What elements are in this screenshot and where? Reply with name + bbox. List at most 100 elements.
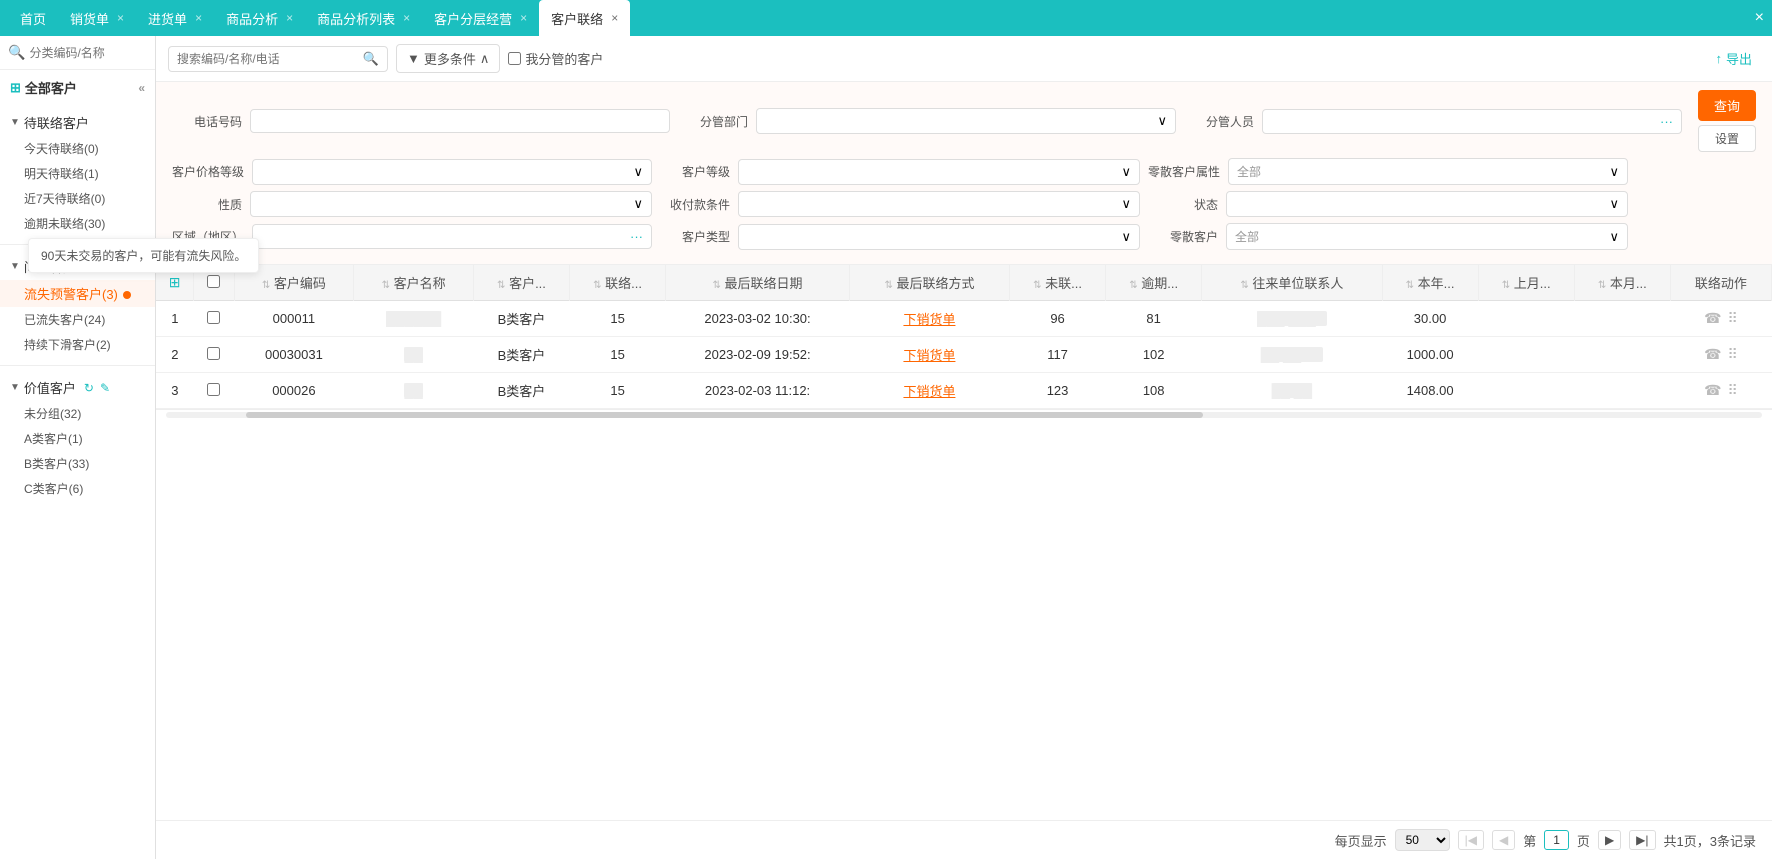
refresh-icon[interactable]: ↻ xyxy=(84,381,94,395)
tab-product-analysis[interactable]: 商品分析 × xyxy=(214,0,305,36)
price-grade-select[interactable]: ∨ xyxy=(252,159,652,185)
tab-product-analysis-list[interactable]: 商品分析列表 × xyxy=(305,0,422,36)
region-select[interactable]: ··· xyxy=(252,224,652,249)
cell-index-1: 1 xyxy=(156,301,194,337)
main-search-input[interactable] xyxy=(177,52,359,66)
link-method-1[interactable]: 下销货单 xyxy=(903,312,955,327)
tab-sales-order[interactable]: 销货单 × xyxy=(58,0,136,36)
sidebar-item-today[interactable]: 今天待联络(0) xyxy=(0,136,155,161)
col-last-date: ⇅ 最后联络日期 xyxy=(666,265,850,301)
page-first-btn[interactable]: |◀ xyxy=(1458,830,1484,850)
action-phone-1[interactable]: ☎ xyxy=(1704,310,1721,327)
tab-close-customer-tier[interactable]: × xyxy=(520,11,527,25)
retail-attr-select[interactable]: 全部 ∨ xyxy=(1228,158,1628,185)
sidebar-item-churn-warning[interactable]: 流失预警客户(3) xyxy=(0,280,155,307)
scrollbar-thumb[interactable] xyxy=(246,412,1204,418)
main-layout: 🔍 ⊞ 全部客户 « ▼ 待联络客户 今天待联络(0) 明天待联络(1) 近7天… xyxy=(0,36,1772,859)
phone-input[interactable] xyxy=(250,109,670,133)
cell-lastmonth-1 xyxy=(1478,301,1574,337)
action-more-1[interactable]: ⠿ xyxy=(1728,310,1738,327)
more-region: ··· xyxy=(630,229,643,244)
all-customers-label: 全部客户 xyxy=(25,78,77,97)
status-select[interactable]: ∨ xyxy=(1226,191,1628,217)
tab-close-product-analysis[interactable]: × xyxy=(286,11,293,25)
sidebar-section-title-pending[interactable]: ▼ 待联络客户 xyxy=(0,109,155,136)
tri-icon-pending: ▼ xyxy=(10,117,20,128)
sidebar-search-input[interactable] xyxy=(29,46,147,60)
dept-select[interactable]: ∨ xyxy=(756,108,1176,134)
payment-select[interactable]: ∨ xyxy=(738,191,1140,217)
retail-select[interactable]: 全部 ∨ xyxy=(1226,223,1628,250)
cell-person-3: ██ ██ xyxy=(1202,373,1382,409)
row-checkbox-3[interactable] xyxy=(207,383,220,396)
link-method-2[interactable]: 下销货单 xyxy=(903,348,955,363)
sidebar-item-declining[interactable]: 持续下滑客户(2) xyxy=(0,332,155,357)
cell-year-2: 1000.00 xyxy=(1382,337,1478,373)
sidebar-item-7days[interactable]: 近7天待联络(0) xyxy=(0,186,155,211)
my-customers-checkbox-label[interactable]: 我分管的客户 xyxy=(508,49,603,68)
more-conditions-btn[interactable]: ▼ 更多条件 ∧ xyxy=(396,44,500,73)
chevron-dept: ∨ xyxy=(1157,113,1167,129)
col-last-month: ⇅ 上月... xyxy=(1478,265,1574,301)
sidebar-item-class-a[interactable]: A类客户(1) xyxy=(0,426,155,451)
sidebar-section-title-value[interactable]: ▼ 价值客户 ↻ ✎ xyxy=(0,374,155,401)
cell-method-1: 下销货单 xyxy=(849,301,1009,337)
settings-button[interactable]: 设置 xyxy=(1698,125,1756,152)
customer-type-select[interactable]: ∨ xyxy=(738,224,1140,250)
cell-method-2: 下销货单 xyxy=(849,337,1009,373)
tab-close-customer-contact[interactable]: × xyxy=(611,11,618,25)
cell-person-2: ██ ██ 3... xyxy=(1202,337,1382,373)
filter-field-customer-type: 客户类型 ∨ xyxy=(660,224,1140,250)
my-customers-checkbox[interactable] xyxy=(508,52,521,65)
person-select[interactable]: ··· xyxy=(1262,109,1682,134)
per-page-select[interactable]: 50 100 200 xyxy=(1395,829,1450,851)
sidebar-item-churned[interactable]: 已流失客户(24) xyxy=(0,307,155,332)
query-button[interactable]: 查询 xyxy=(1698,90,1756,121)
customer-grade-select[interactable]: ∨ xyxy=(738,159,1140,185)
window-close-button[interactable]: × xyxy=(1755,9,1764,27)
filter-field-person: 分管人员 ··· xyxy=(1184,109,1682,134)
tab-purchase-order[interactable]: 进货单 × xyxy=(136,0,214,36)
search-box[interactable]: 🔍 xyxy=(168,46,388,72)
tab-customer-contact[interactable]: 客户联络 × xyxy=(539,0,630,36)
tab-close-sales-order[interactable]: × xyxy=(117,11,124,25)
filter-field-status: 状态 ∨ xyxy=(1148,191,1628,217)
edit-icon-value[interactable]: ✎ xyxy=(100,381,110,395)
select-all-checkbox[interactable] xyxy=(207,275,220,288)
horizontal-scrollbar[interactable] xyxy=(156,409,1772,419)
page-last-btn[interactable]: ▶| xyxy=(1629,830,1655,850)
sidebar-item-ungrouped[interactable]: 未分组(32) xyxy=(0,401,155,426)
page-next-btn[interactable]: ▶ xyxy=(1598,830,1621,850)
row-checkbox-1[interactable] xyxy=(207,311,220,324)
gender-select[interactable]: ∨ xyxy=(250,191,652,217)
settings-icon[interactable]: ⊞ xyxy=(169,274,181,290)
retail-attr-label: 零散客户属性 xyxy=(1148,163,1220,180)
action-phone-3[interactable]: ☎ xyxy=(1704,382,1721,399)
tab-close-purchase-order[interactable]: × xyxy=(195,11,202,25)
export-button[interactable]: ↑ 导出 xyxy=(1707,45,1760,72)
cell-thismonth-1 xyxy=(1574,301,1670,337)
action-more-3[interactable]: ⠿ xyxy=(1728,382,1738,399)
pagination-summary: 共1页，3条记录 xyxy=(1664,831,1756,850)
action-phone-2[interactable]: ☎ xyxy=(1704,346,1721,363)
page-prev-btn[interactable]: ◀ xyxy=(1492,830,1515,850)
chevron-retail: ∨ xyxy=(1609,229,1619,245)
sidebar-item-overdue[interactable]: 逾期未联络(30) xyxy=(0,211,155,236)
cell-name-1: ██████ xyxy=(354,301,474,337)
link-method-3[interactable]: 下销货单 xyxy=(903,384,955,399)
cell-name-2: ██ xyxy=(354,337,474,373)
sidebar-item-tomorrow[interactable]: 明天待联络(1) xyxy=(0,161,155,186)
sidebar-search-area: 🔍 xyxy=(0,36,155,70)
tab-customer-tier[interactable]: 客户分层经营 × xyxy=(422,0,539,36)
sidebar-all-customers[interactable]: ⊞ 全部客户 « xyxy=(0,70,155,105)
per-page-label: 每页显示 xyxy=(1335,831,1387,850)
cell-index-2: 2 xyxy=(156,337,194,373)
row-checkbox-2[interactable] xyxy=(207,347,220,360)
sort-icon-year: ⇅ xyxy=(1406,280,1414,291)
sidebar-item-class-c[interactable]: C类客户(6) xyxy=(0,476,155,501)
sidebar-item-class-b[interactable]: B类客户(33) xyxy=(0,451,155,476)
tab-close-product-analysis-list[interactable]: × xyxy=(403,11,410,25)
tab-home[interactable]: 首页 xyxy=(8,0,58,36)
grid-icon: ⊞ xyxy=(10,80,21,96)
action-more-2[interactable]: ⠿ xyxy=(1728,346,1738,363)
